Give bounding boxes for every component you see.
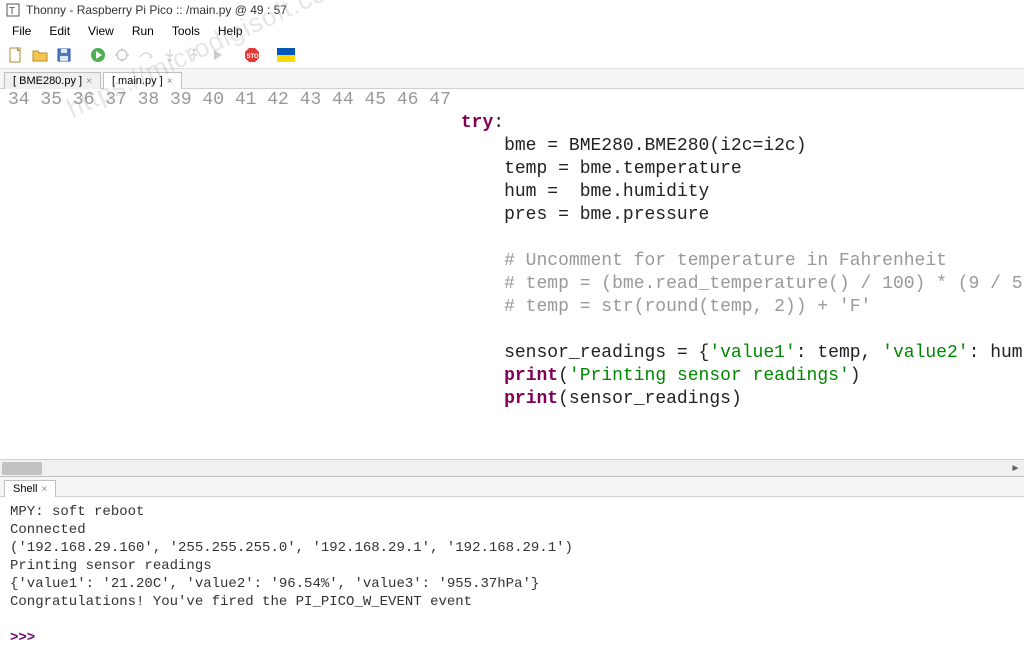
- window-title: Thonny - Raspberry Pi Pico :: /main.py @…: [26, 3, 287, 17]
- scroll-thumb[interactable]: [2, 462, 42, 475]
- editor-horizontal-scrollbar[interactable]: ◄ ►: [0, 459, 1024, 476]
- debug-icon[interactable]: [112, 45, 132, 65]
- new-file-icon[interactable]: [6, 45, 26, 65]
- menu-run[interactable]: Run: [124, 22, 162, 40]
- toolbar: STOP: [0, 42, 1024, 69]
- code-area[interactable]: try: bme = BME280.BME280(i2c=i2c) temp =…: [461, 89, 1024, 459]
- tab-label: Shell: [13, 483, 37, 495]
- tab-bme280[interactable]: [ BME280.py ] ×: [4, 72, 101, 89]
- scroll-right-icon[interactable]: ►: [1007, 460, 1024, 477]
- menubar: File Edit View Run Tools Help: [0, 20, 1024, 42]
- shell-output[interactable]: MPY: soft reboot Connected ('192.168.29.…: [0, 497, 1024, 656]
- close-icon[interactable]: ×: [41, 484, 47, 495]
- line-gutter: 34 35 36 37 38 39 40 41 42 43 44 45 46 4…: [0, 89, 461, 459]
- svg-text:STOP: STOP: [247, 54, 261, 60]
- close-icon[interactable]: ×: [167, 76, 173, 87]
- tab-label: [ BME280.py ]: [13, 75, 82, 87]
- close-icon[interactable]: ×: [86, 76, 92, 87]
- ukraine-flag-icon[interactable]: [276, 45, 296, 65]
- save-file-icon[interactable]: [54, 45, 74, 65]
- tab-shell[interactable]: Shell ×: [4, 480, 56, 497]
- stop-icon[interactable]: STOP: [242, 45, 262, 65]
- app-logo-icon: T: [6, 3, 20, 17]
- menu-view[interactable]: View: [80, 22, 122, 40]
- shell-panel: Shell × MPY: soft reboot Connected ('192…: [0, 476, 1024, 656]
- shell-tabbar: Shell ×: [0, 477, 1024, 497]
- svg-text:T: T: [9, 6, 15, 17]
- menu-tools[interactable]: Tools: [164, 22, 208, 40]
- code-editor[interactable]: 34 35 36 37 38 39 40 41 42 43 44 45 46 4…: [0, 89, 1024, 459]
- step-out-icon[interactable]: [184, 45, 204, 65]
- menu-file[interactable]: File: [4, 22, 39, 40]
- step-into-icon[interactable]: [160, 45, 180, 65]
- tab-label: [ main.py ]: [112, 75, 163, 87]
- titlebar: T Thonny - Raspberry Pi Pico :: /main.py…: [0, 0, 1024, 20]
- editor-tabbar: [ BME280.py ] × [ main.py ] ×: [0, 69, 1024, 89]
- run-icon[interactable]: [88, 45, 108, 65]
- open-file-icon[interactable]: [30, 45, 50, 65]
- menu-help[interactable]: Help: [210, 22, 251, 40]
- resume-icon[interactable]: [208, 45, 228, 65]
- menu-edit[interactable]: Edit: [41, 22, 78, 40]
- step-over-icon[interactable]: [136, 45, 156, 65]
- tab-main[interactable]: [ main.py ] ×: [103, 72, 182, 89]
